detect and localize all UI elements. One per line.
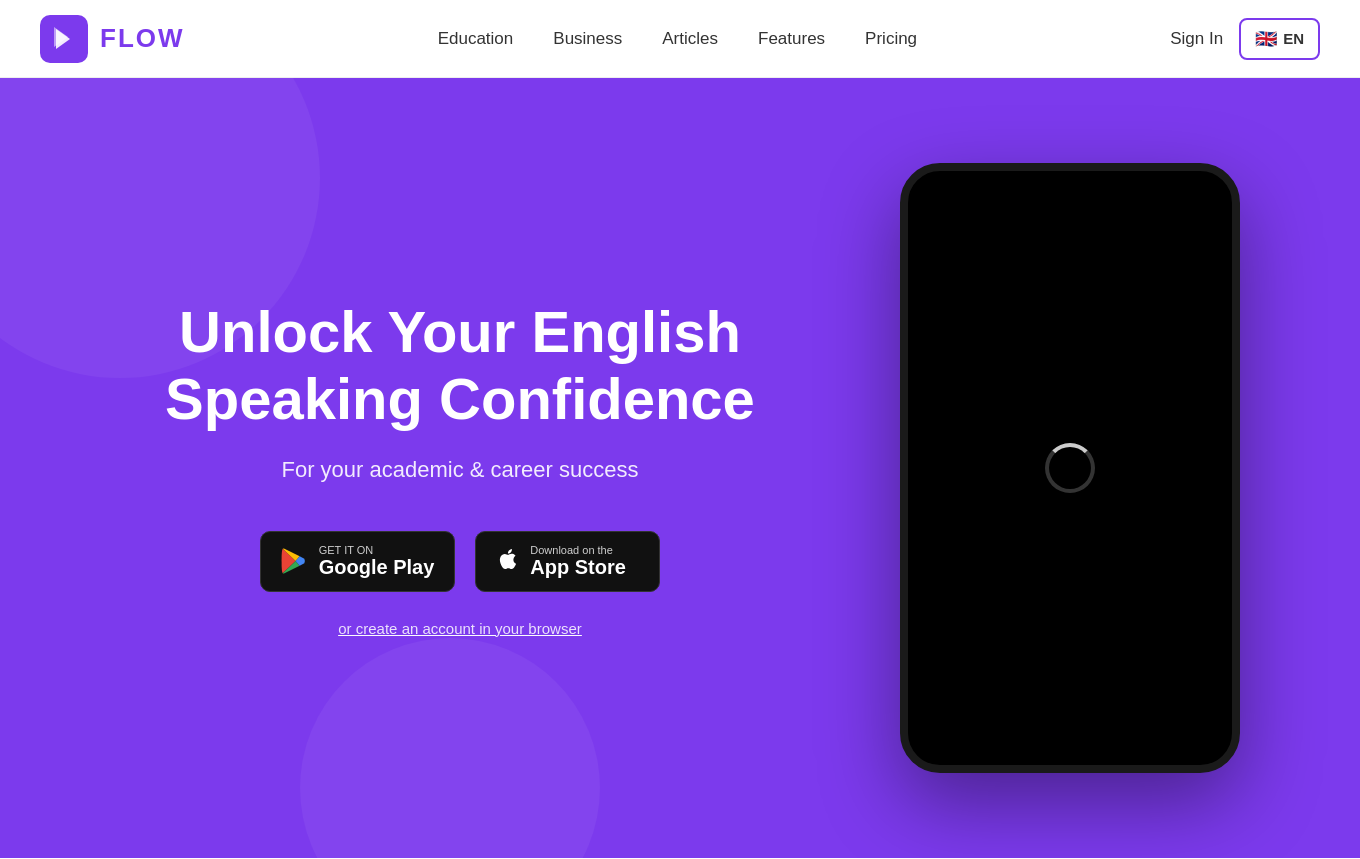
hero-content: Unlock Your English Speaking Confidence …	[120, 299, 800, 636]
hero-subtitle: For your academic & career success	[120, 457, 800, 483]
nav-links: Education Business Articles Features Pri…	[438, 29, 917, 49]
language-button[interactable]: 🇬🇧 EN	[1239, 18, 1320, 60]
logo-group: FLOW	[40, 15, 185, 63]
nav-item-articles[interactable]: Articles	[662, 29, 718, 49]
navbar: FLOW Education Business Articles Feature…	[0, 0, 1360, 78]
app-store-text: Download on the App Store	[530, 544, 626, 579]
logo-icon[interactable]	[40, 15, 88, 63]
app-store-button[interactable]: Download on the App Store	[475, 531, 660, 592]
google-play-icon	[281, 547, 309, 575]
hero-title-line1: Unlock Your English	[179, 299, 741, 364]
google-play-small: GET IT ON	[319, 544, 435, 556]
browser-link[interactable]: or create an account in your browser	[120, 620, 800, 637]
google-play-text: GET IT ON Google Play	[319, 544, 435, 579]
nav-item-education[interactable]: Education	[438, 29, 514, 49]
logo-text: FLOW	[100, 23, 185, 54]
loading-spinner	[1045, 443, 1095, 493]
navbar-right: Sign In 🇬🇧 EN	[1170, 18, 1320, 60]
sign-in-button[interactable]: Sign In	[1170, 29, 1223, 49]
flag-icon: 🇬🇧	[1255, 28, 1277, 50]
hero-title-line2: Speaking Confidence	[165, 366, 755, 431]
nav-item-business[interactable]: Business	[553, 29, 622, 49]
nav-item-features[interactable]: Features	[758, 29, 825, 49]
store-buttons: GET IT ON Google Play Download on the Ap…	[120, 531, 800, 592]
browser-link-text[interactable]: or create an account in your browser	[338, 620, 581, 637]
app-store-large: App Store	[530, 556, 626, 579]
nav-item-pricing[interactable]: Pricing	[865, 29, 917, 49]
app-store-small: Download on the	[530, 544, 626, 556]
google-play-large: Google Play	[319, 556, 435, 579]
apple-icon	[496, 547, 520, 575]
phone-mockup	[900, 163, 1240, 773]
google-play-button[interactable]: GET IT ON Google Play	[260, 531, 456, 592]
hero-section: Unlock Your English Speaking Confidence …	[0, 78, 1360, 858]
lang-label: EN	[1283, 30, 1304, 47]
hero-title: Unlock Your English Speaking Confidence	[120, 299, 800, 432]
